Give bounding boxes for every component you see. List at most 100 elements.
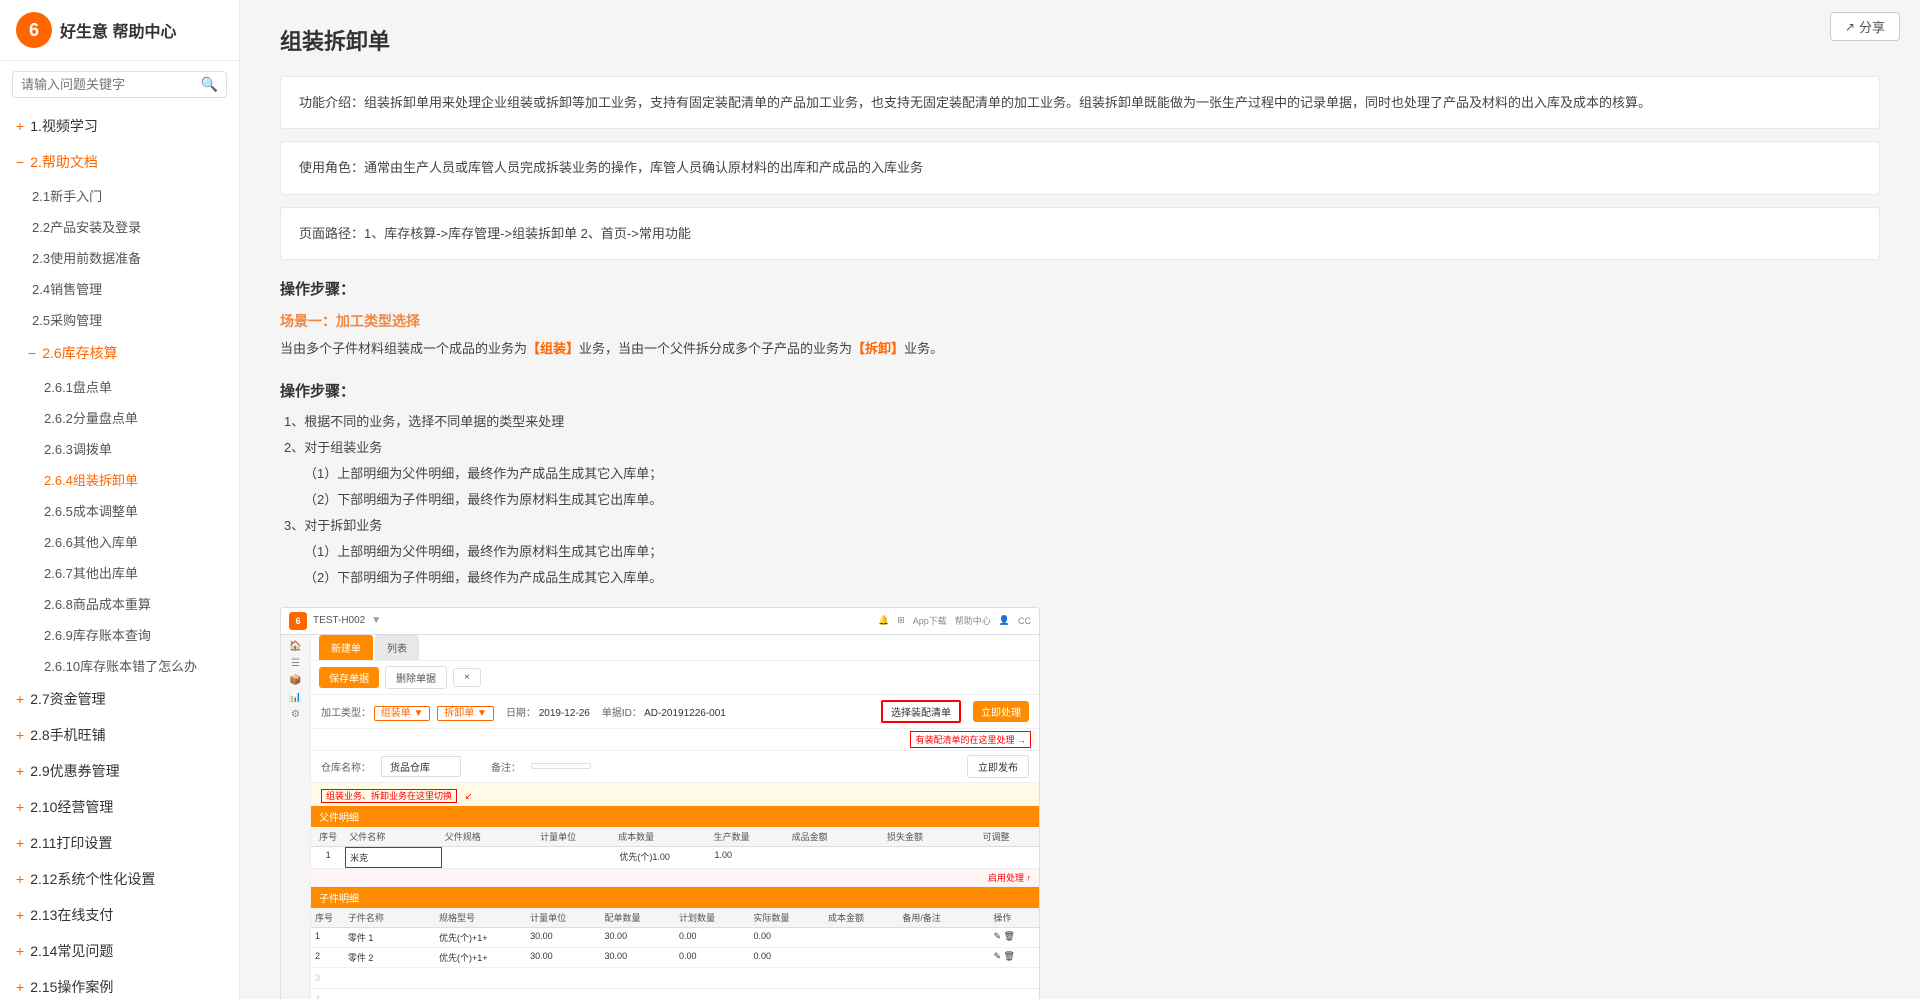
- sim-type-select2[interactable]: 拆卸单 ▼: [437, 706, 494, 721]
- sim-child-r2-op[interactable]: ✎ 🗑: [990, 948, 1040, 967]
- sim-dropdown: ▼: [371, 615, 381, 626]
- sidebar-item-2-6[interactable]: − 2.6库存核算: [0, 335, 239, 371]
- sim-nav-icon-warehouse: 📦: [289, 675, 301, 686]
- sidebar-item-2-9[interactable]: + 2.9优惠券管理: [0, 753, 239, 789]
- sidebar-item-2-13[interactable]: + 2.13在线支付: [0, 897, 239, 933]
- sim-child-row-1: 1 零件 1 优先(个)+1+ 30.00 30.00 0.00 0.00 ✎ …: [311, 928, 1039, 948]
- sidebar-item-2-6-7[interactable]: 2.6.7其他出库单: [0, 557, 239, 588]
- expand-icon: +: [16, 763, 24, 779]
- sim-child-col-cost: 成本金额: [824, 908, 898, 927]
- highlight-assembly: 【组装】: [527, 341, 579, 356]
- sim-annotation-area: 有装配清单的在这里处理 → 仓库名称： 货品仓库 备注： 立即发布: [311, 729, 1039, 806]
- sidebar-item-2-6-1[interactable]: 2.6.1盘点单: [0, 371, 239, 402]
- search-box[interactable]: 🔍: [12, 71, 227, 98]
- sidebar-item-2-4[interactable]: 2.4销售管理: [0, 273, 239, 304]
- sidebar-item-label: 2.7资金管理: [30, 689, 105, 709]
- step-2-sub1: （1）上部明细为父件明细，最终作为产成品生成其它入库单；: [284, 461, 1880, 487]
- sidebar-item-2-7[interactable]: + 2.7资金管理: [0, 681, 239, 717]
- sim-child-r2-seq: 2: [311, 948, 344, 967]
- sidebar-item-2-6-10[interactable]: 2.6.10库存账本错了怎么办: [0, 650, 239, 681]
- sim-col-cost-qty: 成本数量: [614, 827, 709, 846]
- sidebar-item-2-12[interactable]: + 2.12系统个性化设置: [0, 861, 239, 897]
- sim-col-loss: 损失金额: [883, 827, 978, 846]
- sim-side-icons: 🏠 ☰ 📦 📊 ⚙: [281, 635, 311, 999]
- path-text: 页面路径：1、库存核算->库存管理->组装拆卸单 2、首页->常用功能: [299, 226, 691, 241]
- sidebar-item-video[interactable]: + 1.视频学习: [0, 108, 239, 144]
- sim-parent-section-title: 父件明细: [311, 806, 1039, 827]
- sim-form-area: 新建单 列表 保存单据 删除单据 × 加工类型：: [311, 635, 1039, 999]
- sim-id-label: 单据ID：: [602, 708, 642, 719]
- sim-child-row-2: 2 零件 2 优先(个)+1+ 30.00 30.00 0.00 0.00 ✎ …: [311, 948, 1039, 968]
- sidebar-item-2-11[interactable]: + 2.11打印设置: [0, 825, 239, 861]
- sim-annotation-1-container: 选择装配清单: [881, 700, 961, 723]
- search-icon[interactable]: 🔍: [201, 76, 218, 93]
- sim-child-col-spec: 规格型号: [435, 908, 526, 927]
- sidebar-item-2-2[interactable]: 2.2产品安装及登录: [0, 211, 239, 242]
- sim-child-r4-empty: 4: [311, 989, 1039, 999]
- sim-form-row-1: 加工类型： 组装单 ▼ 拆卸单 ▼ 日期： 2019-12-26 单据ID： A…: [311, 695, 1039, 729]
- sidebar-item-doc[interactable]: − 2.帮助文档: [0, 144, 239, 180]
- sim-child-r2-remark: [898, 948, 989, 967]
- sim-child-col-plan: 计划数量: [675, 908, 749, 927]
- sim-field-date: 日期： 2019-12-26: [506, 704, 590, 719]
- sidebar-item-2-8[interactable]: + 2.8手机旺铺: [0, 717, 239, 753]
- sim-warehouse-input[interactable]: 货品仓库: [381, 756, 461, 777]
- sidebar-item-2-5[interactable]: 2.5采购管理: [0, 304, 239, 335]
- page-title: 组装拆卸单: [280, 24, 1880, 56]
- sim-app-id: TEST-H002: [313, 615, 365, 626]
- sidebar-item-2-3[interactable]: 2.3使用前数据准备: [0, 242, 239, 273]
- step-1: 1、根据不同的业务，选择不同单据的类型来处理: [284, 409, 1880, 435]
- sidebar-item-2-6-9[interactable]: 2.6.9库存账本查询: [0, 619, 239, 650]
- sim-child-col-remark: 备用/备注: [898, 908, 989, 927]
- share-button[interactable]: ↗ 分享: [1830, 12, 1900, 41]
- sim-col-prod-qty: 生产数量: [710, 827, 788, 846]
- scene1-title: 场景一：加工类型选择: [280, 311, 1880, 331]
- search-input[interactable]: [21, 77, 201, 92]
- sidebar-item-2-6-6[interactable]: 2.6.6其他入库单: [0, 526, 239, 557]
- sim-child-r2-plan: 0.00: [675, 948, 749, 967]
- sim-row1-cost-qty: 优先(个)1.00: [615, 847, 710, 868]
- sim-process-btn[interactable]: 立即处理: [973, 701, 1029, 722]
- sidebar-item-2-15[interactable]: + 2.15操作案例: [0, 969, 239, 999]
- sim-child-r1-plan: 0.00: [675, 928, 749, 947]
- sidebar-item-2-1[interactable]: 2.1新手入门: [0, 180, 239, 211]
- sidebar-item-2-6-2[interactable]: 2.6.2分量盘点单: [0, 402, 239, 433]
- screenshot-inner: 6 TEST-H002 ▼ 🔔 ⊞ App下载 帮助中心 👤 CC: [281, 608, 1039, 999]
- sim-child-r1-actual: 0.00: [749, 928, 823, 947]
- sidebar-item-2-6-8[interactable]: 2.6.8商品成本重算: [0, 588, 239, 619]
- sidebar-item-2-6-5[interactable]: 2.6.5成本调整单: [0, 495, 239, 526]
- sim-save-btn[interactable]: 保存单据: [319, 667, 379, 688]
- sidebar-item-2-10[interactable]: + 2.10经营管理: [0, 789, 239, 825]
- sim-type-select[interactable]: 组装单 ▼: [374, 706, 431, 721]
- sidebar-item-label: 1.视频学习: [30, 116, 98, 136]
- sim-remark-label: 备注：: [491, 759, 521, 774]
- sim-text-help: 帮助中心: [955, 614, 991, 627]
- scene1-desc: 当由多个子件材料组装成一个成品的业务为【组装】业务，当由一个父件拆分成多个子产品…: [280, 337, 1880, 362]
- sim-type-label: 加工类型：: [321, 708, 371, 719]
- sim-child-r1-seq: 1: [311, 928, 344, 947]
- sidebar-item-2-14[interactable]: + 2.14常见问题: [0, 933, 239, 969]
- sim-toolbar: 保存单据 删除单据 ×: [311, 661, 1039, 695]
- sim-tab-new[interactable]: 新建单: [319, 635, 373, 660]
- sim-icon-user: 👤: [999, 615, 1010, 626]
- sim-add-row-btn[interactable]: 立即发布: [967, 755, 1029, 778]
- sidebar-item-label: 2.12系统个性化设置: [30, 869, 155, 889]
- sim-select-bom-btn[interactable]: 选择装配清单: [881, 700, 961, 723]
- sim-nav-icon-home: 🏠: [289, 641, 301, 652]
- expand-icon: +: [16, 943, 24, 959]
- sidebar-item-label: 2.11打印设置: [30, 833, 112, 853]
- sidebar-item-2-6-3[interactable]: 2.6.3调拨单: [0, 433, 239, 464]
- sidebar-item-2-6-4[interactable]: 2.6.4组装拆卸单: [0, 464, 239, 495]
- sim-row1-unit: [538, 847, 616, 868]
- sim-row1-adjust: [979, 847, 1039, 868]
- sim-remark-input[interactable]: [531, 763, 591, 769]
- sim-field-id: 单据ID： AD-20191226-001: [602, 704, 726, 719]
- sim-tab-list[interactable]: 列表: [375, 635, 419, 660]
- sim-child-r1-op[interactable]: ✎ 🗑: [990, 928, 1040, 947]
- operations-title: 操作步骤：: [280, 278, 1880, 299]
- sim-close-btn[interactable]: ×: [453, 668, 481, 687]
- sim-child-col-op: 操作: [990, 908, 1040, 927]
- sim-row1-name[interactable]: 米克: [345, 847, 442, 868]
- sim-delete-btn[interactable]: 删除单据: [385, 666, 447, 689]
- share-icon: ↗: [1845, 20, 1855, 34]
